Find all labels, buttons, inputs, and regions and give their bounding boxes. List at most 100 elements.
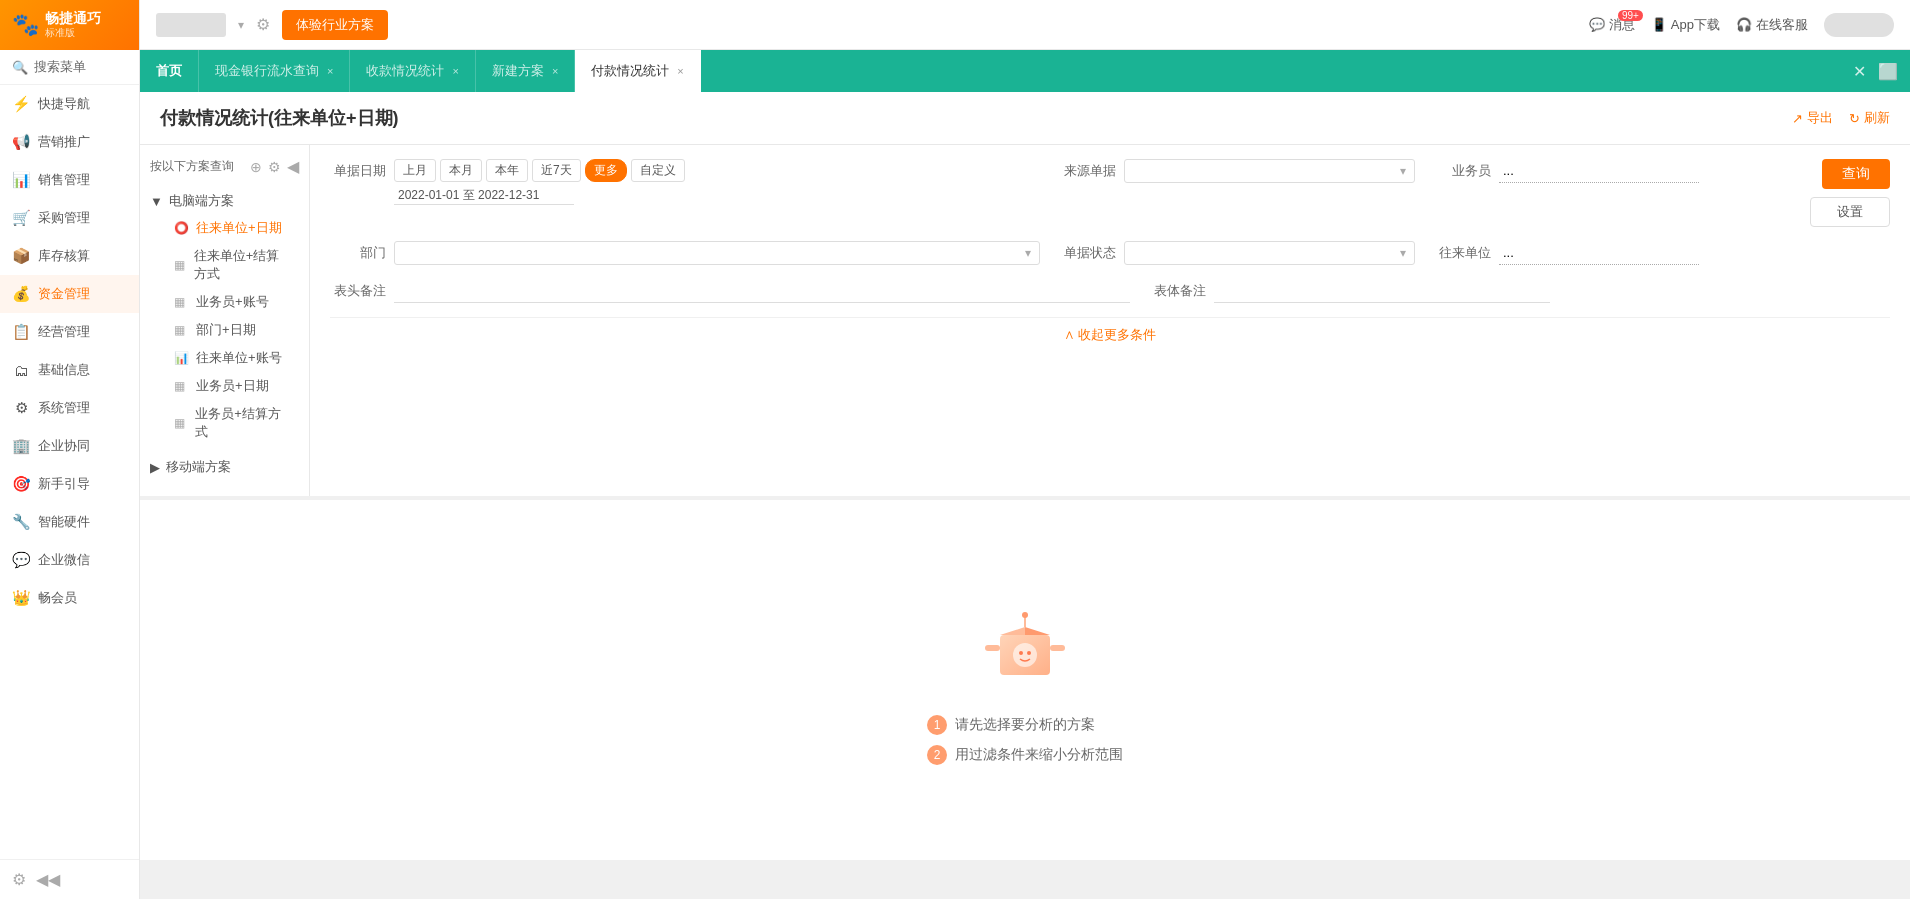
sidebar-item-label: 销售管理	[38, 171, 90, 189]
scheme-item-salesman-account[interactable]: ▦ 业务员+账号	[150, 288, 299, 316]
scheme-item-dept-date[interactable]: ▦ 部门+日期	[150, 316, 299, 344]
sidebar-item-quick-nav[interactable]: ⚡ 快捷导航	[0, 85, 139, 123]
tab-receipts-stats[interactable]: 收款情况统计 ×	[350, 50, 475, 92]
sidebar-item-operations[interactable]: 📋 经营管理	[0, 313, 139, 351]
tab-payment-stats[interactable]: 付款情况统计 ×	[575, 50, 700, 92]
sidebar-item-system[interactable]: ⚙ 系统管理	[0, 389, 139, 427]
tab-bank-flow[interactable]: 现金银行流水查询 ×	[199, 50, 350, 92]
note-header-label: 表头备注	[330, 282, 386, 300]
sidebar-item-label: 采购管理	[38, 209, 90, 227]
scheme-item-partner-account[interactable]: 📊 往来单位+账号	[150, 344, 299, 372]
operations-icon: 📋	[12, 323, 30, 341]
collapse-scheme-icon[interactable]: ◀	[287, 157, 299, 176]
sidebar-item-basic-info[interactable]: 🗂 基础信息	[0, 351, 139, 389]
sidebar-item-label: 库存核算	[38, 247, 90, 265]
settings-bottom-icon[interactable]: ⚙	[12, 870, 26, 889]
sidebar-item-purchase[interactable]: 🛒 采购管理	[0, 199, 139, 237]
desktop-scheme-arrow: ▼	[150, 194, 163, 209]
settings-filter-btn[interactable]: 设置	[1810, 197, 1890, 227]
tab-payment-stats-close[interactable]: ×	[677, 65, 683, 77]
sidebar-item-label: 系统管理	[38, 399, 90, 417]
scheme-item-partner-settlement[interactable]: ▦ 往来单位+结算方式	[150, 242, 299, 288]
doc-status-arrow-icon: ▾	[1400, 246, 1406, 260]
date-btn-last-month[interactable]: 上月	[394, 159, 436, 182]
date-btn-more[interactable]: 更多	[585, 159, 627, 182]
topbar: ▾ ⚙ 体验行业方案 💬 消息 99+ 📱 App下载 🎧 在线客服	[140, 0, 1910, 50]
scheme-item-salesman-settlement[interactable]: ▦ 业务员+结算方式	[150, 400, 299, 446]
tab-home[interactable]: 首页	[140, 50, 199, 92]
close-all-tabs-icon[interactable]: ✕	[1853, 62, 1866, 81]
scheme-toolbar-label: 按以下方案查询	[150, 158, 234, 175]
scheme-item-partner-date[interactable]: ⭕ 往来单位+日期	[150, 214, 299, 242]
collapse-sidebar-icon[interactable]: ◀◀	[36, 870, 60, 889]
svg-marker-1	[1000, 627, 1025, 635]
settings-scheme-icon[interactable]: ⚙	[268, 159, 281, 175]
trial-btn[interactable]: 体验行业方案	[282, 10, 388, 40]
tab-bank-flow-close[interactable]: ×	[327, 65, 333, 77]
date-btn-7days[interactable]: 近7天	[532, 159, 581, 182]
sidebar-item-sales[interactable]: 📊 销售管理	[0, 161, 139, 199]
salesman-field: 业务员 ...	[1435, 159, 1790, 183]
dept-arrow-icon: ▾	[1025, 246, 1031, 260]
sidebar-item-guide[interactable]: 🎯 新手引导	[0, 465, 139, 503]
date-btn-this-month[interactable]: 本月	[440, 159, 482, 182]
sidebar-item-vip[interactable]: 👑 畅会员	[0, 579, 139, 617]
scheme-item-salesman-date[interactable]: ▦ 业务员+日期	[150, 372, 299, 400]
mobile-scheme-label: 移动端方案	[166, 458, 231, 476]
sidebar: 🐾 畅捷通巧 标准版 🔍 搜索菜单 ⚡ 快捷导航 📢 营销推广 📊 销售管理 🛒…	[0, 0, 140, 899]
sidebar-item-marketing[interactable]: 📢 营销推广	[0, 123, 139, 161]
doc-status-select[interactable]: ▾	[1124, 241, 1415, 265]
source-doc-select[interactable]: ▾	[1124, 159, 1415, 183]
sidebar-item-label: 营销推广	[38, 133, 90, 151]
messages-btn[interactable]: 💬 消息 99+	[1589, 16, 1635, 34]
salesman-input[interactable]: ...	[1499, 159, 1699, 183]
guide-icon: 🎯	[12, 475, 30, 493]
sales-icon: 📊	[12, 171, 30, 189]
dept-select[interactable]: ▾	[394, 241, 1040, 265]
user-chevron-icon[interactable]: ▾	[238, 18, 244, 32]
app-download-btn[interactable]: 📱 App下载	[1651, 16, 1720, 34]
user-block[interactable]	[1824, 13, 1894, 37]
maximize-icon[interactable]: ⬜	[1878, 62, 1898, 81]
doc-status-field: 单据状态 ▾	[1060, 241, 1415, 265]
add-scheme-icon[interactable]: ⊕	[250, 159, 262, 175]
tab-new-scheme-close[interactable]: ×	[552, 65, 558, 77]
date-btn-this-year[interactable]: 本年	[486, 159, 528, 182]
sidebar-item-finance[interactable]: 💰 资金管理	[0, 275, 139, 313]
partner-input[interactable]	[1499, 241, 1699, 265]
sidebar-item-inventory[interactable]: 📦 库存核算	[0, 237, 139, 275]
date-btn-custom[interactable]: 自定义	[631, 159, 685, 182]
salesman-label: 业务员	[1435, 162, 1491, 180]
query-btn[interactable]: 查询	[1822, 159, 1890, 189]
empty-tips: 1 请先选择要分析的方案 2 用过滤条件来缩小分析范围	[927, 715, 1123, 765]
collapse-filter-bar[interactable]: ∧ 收起更多条件	[330, 317, 1890, 352]
scheme-item-icon-partner-date: ⭕	[174, 221, 190, 235]
refresh-btn[interactable]: ↻ 刷新	[1849, 109, 1890, 127]
sidebar-search[interactable]: 🔍 搜索菜单	[0, 50, 139, 85]
sidebar-item-wechat[interactable]: 💬 企业微信	[0, 541, 139, 579]
partner-field: 往来单位	[1435, 241, 1790, 265]
topbar-settings-icon[interactable]: ⚙	[256, 15, 270, 34]
empty-tip-2-text: 用过滤条件来缩小分析范围	[955, 746, 1123, 764]
scheme-item-icon-salesman-settlement: ▦	[174, 416, 189, 430]
content-area: 付款情况统计(往来单位+日期) ↗ 导出 ↻ 刷新 按以下方案查询 ⊕	[140, 92, 1910, 899]
page-header-actions: ↗ 导出 ↻ 刷新	[1792, 109, 1890, 127]
note-body-input[interactable]	[1214, 279, 1550, 303]
topbar-actions: 💬 消息 99+ 📱 App下载 🎧 在线客服	[1589, 13, 1894, 37]
note-header-input[interactable]	[394, 279, 1130, 303]
svg-rect-9	[1050, 645, 1065, 651]
scheme-toolbar-icons: ⊕ ⚙ ◀	[250, 157, 299, 176]
sidebar-item-enterprise[interactable]: 🏢 企业协同	[0, 427, 139, 465]
note-body-label: 表体备注	[1150, 282, 1206, 300]
mobile-scheme-header[interactable]: ▶ 移动端方案	[150, 454, 299, 480]
tab-new-scheme[interactable]: 新建方案 ×	[476, 50, 575, 92]
export-btn[interactable]: ↗ 导出	[1792, 109, 1833, 127]
date-range-input[interactable]: 2022-01-01 至 2022-12-31	[394, 186, 574, 205]
tab-bank-flow-label: 现金银行流水查询	[215, 62, 319, 80]
tab-receipts-stats-close[interactable]: ×	[452, 65, 458, 77]
desktop-scheme-header[interactable]: ▼ 电脑端方案	[150, 188, 299, 214]
export-icon: ↗	[1792, 111, 1803, 126]
sidebar-item-smart-hw[interactable]: 🔧 智能硬件	[0, 503, 139, 541]
sidebar-nav: ⚡ 快捷导航 📢 营销推广 📊 销售管理 🛒 采购管理 📦 库存核算 💰 资金管…	[0, 85, 139, 859]
customer-service-btn[interactable]: 🎧 在线客服	[1736, 16, 1808, 34]
